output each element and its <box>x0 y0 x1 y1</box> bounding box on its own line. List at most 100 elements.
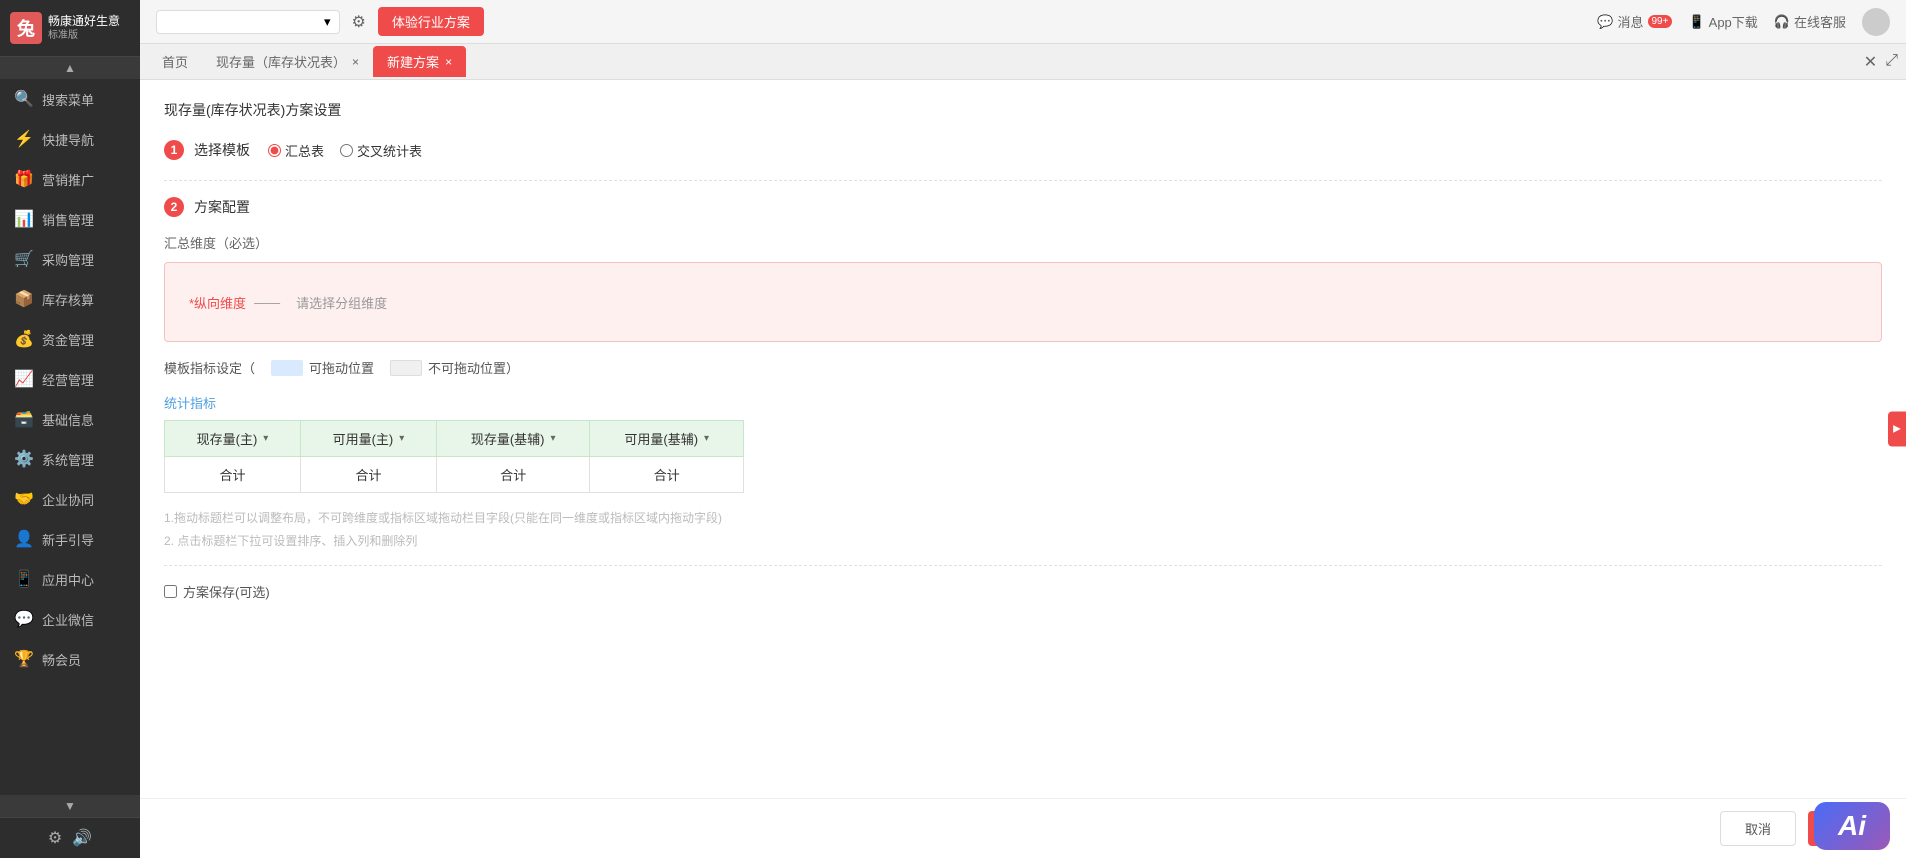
draggable-indicator-item: 可拖动位置 <box>271 358 374 377</box>
sidebar-item-newuser[interactable]: 👤 新手引导 <box>0 519 140 559</box>
gear-icon: ⚙️ <box>14 449 34 469</box>
message-icon: 💬 <box>1597 14 1613 30</box>
sidebar-item-system[interactable]: ⚙️ 系统管理 <box>0 439 140 479</box>
step1-num: 1 <box>164 140 184 160</box>
logo-icon: 兔 <box>10 12 42 44</box>
user-avatar[interactable] <box>1862 8 1890 36</box>
sidebar-item-quicknav[interactable]: ⚡ 快捷导航 <box>0 119 140 159</box>
dimension-label: 汇总维度（必选） <box>164 233 1882 252</box>
trophy-icon: 🏆 <box>14 649 34 669</box>
right-float-btn[interactable]: ▶ <box>1888 412 1906 447</box>
step1-header: 1 选择模板 汇总表 交叉统计表 <box>164 140 1882 160</box>
tabs-bar: 首页 现存量（库存状况表） × 新建方案 × ✕ ⤢ <box>140 44 1906 80</box>
database-icon: 🗃️ <box>14 409 34 429</box>
topbar-left: ▾ ⚙ 体验行业方案 <box>156 7 1587 36</box>
chevron-down-icon[interactable]: ▾ <box>324 14 331 30</box>
message-badge: 99+ <box>1648 15 1673 28</box>
non-draggable-indicator-item: 不可拖动位置） <box>390 358 519 377</box>
cell-0-0: 合计 <box>165 457 301 493</box>
col-header-2[interactable]: 现存量(基辅) ▾ <box>436 421 590 457</box>
headset-icon: 🎧 <box>1774 14 1790 30</box>
col1-dropdown-icon[interactable]: ▾ <box>399 433 404 444</box>
non-draggable-label: 不可拖动位置） <box>428 358 519 377</box>
save-plan-checkbox[interactable] <box>164 585 177 598</box>
search-input-group[interactable]: ▾ <box>156 10 340 34</box>
tip1: 1.拖动标题栏可以调整布局，不可跨维度或指标区域拖动栏目字段(只能在同一维度或指… <box>164 509 1882 526</box>
user-icon: 👤 <box>14 529 34 549</box>
settings-gear-icon[interactable]: ⚙ <box>348 8 370 36</box>
indicator-setting: 模板指标设定（ 可拖动位置 不可拖动位置） <box>164 358 1882 377</box>
col2-dropdown-icon[interactable]: ▾ <box>551 433 556 444</box>
trend-icon: 📈 <box>14 369 34 389</box>
industry-btn[interactable]: 体验行业方案 <box>378 7 484 36</box>
tab-home[interactable]: 首页 <box>148 46 202 77</box>
tips-section: 1.拖动标题栏可以调整布局，不可跨维度或指标区域拖动栏目字段(只能在同一维度或指… <box>164 509 1882 549</box>
mobile-icon: 📱 <box>14 569 34 589</box>
chart-icon: 📊 <box>14 209 34 229</box>
sidebar-item-purchase[interactable]: 🛒 采购管理 <box>0 239 140 279</box>
window-expand-icon[interactable]: ⤢ <box>1885 52 1898 72</box>
sidebar-bottom: ⚙ 🔊 <box>0 817 140 858</box>
dimension-box[interactable]: *纵向维度 —— 请选择分组维度 <box>164 262 1882 342</box>
handshake-icon: 🤝 <box>14 489 34 509</box>
dimension-required: *纵向维度 <box>189 293 246 312</box>
template-radio-group: 汇总表 交叉统计表 <box>268 141 422 160</box>
sidebar-scroll-down[interactable]: ▼ <box>0 795 140 817</box>
tab-inventory-close[interactable]: × <box>352 55 359 69</box>
sidebar-nav: 🔍 搜索菜单 ⚡ 快捷导航 🎁 营销推广 📊 销售管理 🛒 采购管理 📦 库存核… <box>0 79 140 795</box>
sound-icon[interactable]: 🔊 <box>72 828 92 848</box>
cell-0-3: 合计 <box>590 457 744 493</box>
col-header-0[interactable]: 现存量(主) ▾ <box>165 421 301 457</box>
stats-title: 统计指标 <box>164 393 1882 412</box>
main-area: ▾ ⚙ 体验行业方案 💬 消息 99+ 📱 App下载 🎧 在线客服 首页 <box>140 0 1906 858</box>
sidebar-item-wechat[interactable]: 💬 企业微信 <box>0 599 140 639</box>
sidebar-scroll-up[interactable]: ▲ <box>0 57 140 79</box>
radio-summary-input[interactable] <box>268 144 281 157</box>
sidebar-item-management[interactable]: 📈 经营管理 <box>0 359 140 399</box>
sidebar-item-finance[interactable]: 💰 资金管理 <box>0 319 140 359</box>
tab-new-plan-close[interactable]: × <box>445 55 452 69</box>
search-input[interactable] <box>165 15 320 29</box>
divider1 <box>164 180 1882 181</box>
sidebar-item-sales[interactable]: 📊 销售管理 <box>0 199 140 239</box>
sidebar-item-marketing[interactable]: 🎁 营销推广 <box>0 159 140 199</box>
tab-new-plan[interactable]: 新建方案 × <box>373 46 466 77</box>
app-download-btn[interactable]: 📱 App下载 <box>1688 12 1757 31</box>
col0-dropdown-icon[interactable]: ▾ <box>263 433 268 444</box>
col-header-1[interactable]: 可用量(主) ▾ <box>300 421 436 457</box>
settings-icon[interactable]: ⚙ <box>48 828 62 848</box>
sidebar-item-member[interactable]: 🏆 畅会员 <box>0 639 140 679</box>
topbar-right: 💬 消息 99+ 📱 App下载 🎧 在线客服 <box>1597 8 1890 36</box>
message-btn[interactable]: 💬 消息 99+ <box>1597 12 1672 31</box>
step2-num: 2 <box>164 197 184 217</box>
cell-0-2: 合计 <box>436 457 590 493</box>
step2-section: 2 方案配置 汇总维度（必选） *纵向维度 —— 请选择分组维度 模板指标设定（… <box>164 197 1882 601</box>
indicator-label-text: 模板指标设定（ <box>164 358 255 377</box>
cell-0-1: 合计 <box>300 457 436 493</box>
radio-summary[interactable]: 汇总表 <box>268 141 324 160</box>
sidebar-item-appcenter[interactable]: 📱 应用中心 <box>0 559 140 599</box>
sidebar-item-basicinfo[interactable]: 🗃️ 基础信息 <box>0 399 140 439</box>
tabs-window-controls: ✕ ⤢ <box>1864 52 1898 72</box>
ai-badge[interactable]: Ai <box>1814 802 1890 850</box>
cart-icon: 🛒 <box>14 249 34 269</box>
radio-cross-input[interactable] <box>340 144 353 157</box>
radio-cross[interactable]: 交叉统计表 <box>340 141 422 160</box>
tab-inventory[interactable]: 现存量（库存状况表） × <box>202 46 373 77</box>
save-plan-label[interactable]: 方案保存(可选) <box>183 582 270 601</box>
col3-dropdown-icon[interactable]: ▾ <box>704 433 709 444</box>
sidebar-item-enterprise[interactable]: 🤝 企业协同 <box>0 479 140 519</box>
col-header-3[interactable]: 可用量(基辅) ▾ <box>590 421 744 457</box>
sidebar-item-search[interactable]: 🔍 搜索菜单 <box>0 79 140 119</box>
online-service-btn[interactable]: 🎧 在线客服 <box>1774 12 1846 31</box>
money-icon: 💰 <box>14 329 34 349</box>
stats-section: 统计指标 现存量(主) ▾ 可用量 <box>164 393 1882 493</box>
box-icon: 📦 <box>14 289 34 309</box>
dimension-dash: —— <box>254 295 280 310</box>
content-area: 现存量(库存状况表)方案设置 1 选择模板 汇总表 交叉统计表 <box>140 80 1906 798</box>
sidebar-item-inventory[interactable]: 📦 库存核算 <box>0 279 140 319</box>
lightning-icon: ⚡ <box>14 129 34 149</box>
cancel-button[interactable]: 取消 <box>1720 811 1796 846</box>
draggable-color-block <box>271 360 303 376</box>
window-close-icon[interactable]: ✕ <box>1864 52 1877 72</box>
